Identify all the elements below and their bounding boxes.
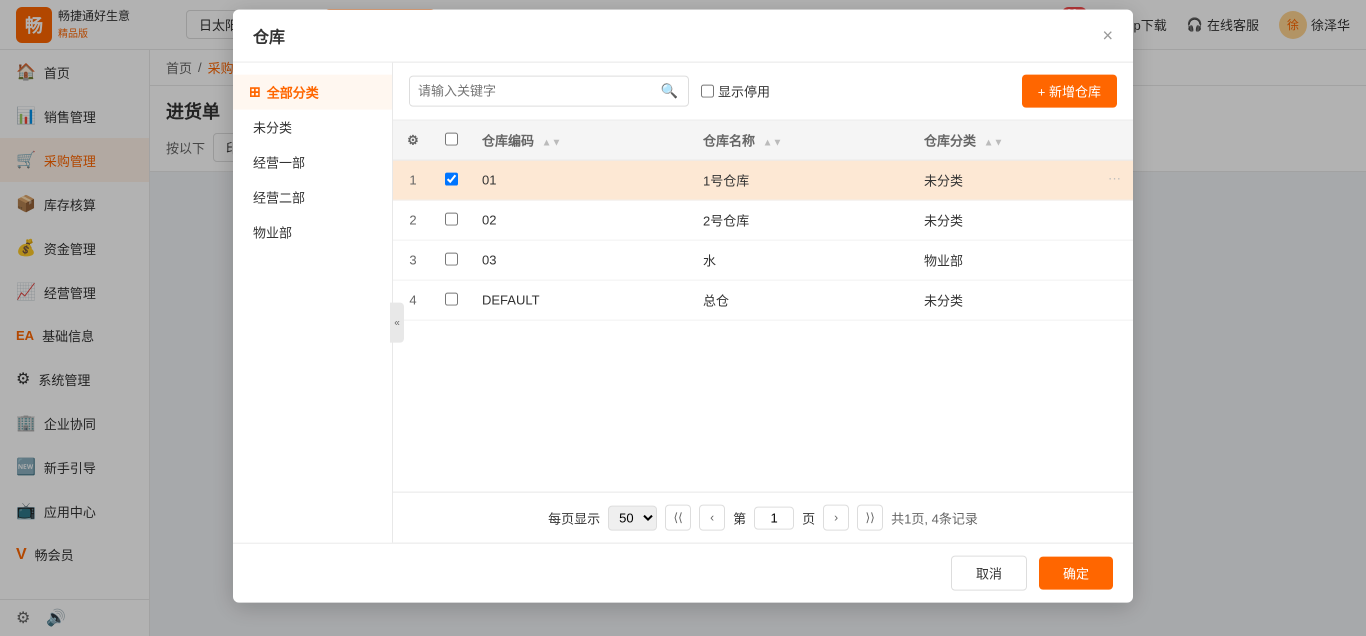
modal-footer: 取消 确定: [233, 543, 1133, 603]
cancel-button[interactable]: 取消: [951, 556, 1027, 591]
table-row[interactable]: 2 02 2号仓库 未分类: [393, 200, 1133, 240]
page-unit: 页: [802, 508, 815, 527]
last-page-btn[interactable]: ⟩⟩: [857, 505, 883, 531]
row-checkbox-1[interactable]: [433, 200, 470, 240]
row-category-2: 物业部: [912, 240, 1133, 280]
table-header-row: ⚙ 仓库编码 ▲▼ 仓库名称 ▲▼ 仓库分类 ▲▼: [393, 121, 1133, 161]
col-gear: ⚙: [393, 121, 433, 161]
table-row[interactable]: 3 03 水 物业部: [393, 240, 1133, 280]
warehouse-content-panel: 🔍 显示停用 + 新增仓库 ⚙ 仓库编码 ▲▼ 仓库名称 ▲▼: [393, 63, 1133, 543]
page-number-input[interactable]: [754, 506, 794, 529]
per-page-label: 每页显示: [548, 508, 600, 527]
modal-title: 仓库: [253, 24, 285, 48]
gear-column-icon[interactable]: ⚙: [407, 132, 419, 147]
row-checkbox-2[interactable]: [433, 240, 470, 280]
first-page-btn[interactable]: ⟨⟨: [665, 505, 691, 531]
col-code: 仓库编码 ▲▼: [470, 121, 691, 161]
modal-toolbar: 🔍 显示停用 + 新增仓库: [393, 63, 1133, 121]
row-name-2: 水: [691, 240, 912, 280]
category-item-unclassified[interactable]: 未分类: [233, 110, 392, 145]
row-num-0: 1: [393, 160, 433, 200]
show-disabled-checkbox[interactable]: [701, 85, 714, 98]
category-item-property[interactable]: 物业部: [233, 215, 392, 250]
sort-icon-code: ▲▼: [542, 138, 562, 149]
page-label: 第: [733, 508, 746, 527]
search-input[interactable]: [410, 78, 651, 105]
warehouse-modal: 仓库 × ⊞ 全部分类 未分类 经营一部 经营二部 物业部 « 🔍: [233, 10, 1133, 603]
add-warehouse-button[interactable]: + 新增仓库: [1022, 75, 1117, 108]
category-all[interactable]: ⊞ 全部分类: [233, 75, 392, 110]
confirm-button[interactable]: 确定: [1039, 557, 1113, 590]
modal-header: 仓库 ×: [233, 10, 1133, 63]
modal-body: ⊞ 全部分类 未分类 经营一部 经营二部 物业部 « 🔍 显示停用 + 新增: [233, 63, 1133, 543]
row-name-0: 1号仓库: [691, 160, 912, 200]
table-row[interactable]: 1 01 1号仓库 未分类 ···: [393, 160, 1133, 200]
row-category-3: 未分类: [912, 280, 1133, 320]
pagination-bar: 每页显示 50 ⟨⟨ ‹ 第 页 › ⟩⟩ 共1页, 4条记录: [393, 492, 1133, 543]
row-category-1: 未分类: [912, 200, 1133, 240]
row-code-3: DEFAULT: [470, 280, 691, 320]
category-item-dept1[interactable]: 经营一部: [233, 145, 392, 180]
row-category-0: 未分类 ···: [912, 160, 1133, 200]
warehouse-table-container: ⚙ 仓库编码 ▲▼ 仓库名称 ▲▼ 仓库分类 ▲▼ 1 01 1号仓库 未分类 …: [393, 121, 1133, 492]
row-code-1: 02: [470, 200, 691, 240]
category-item-dept2[interactable]: 经营二部: [233, 180, 392, 215]
sort-icon-name: ▲▼: [763, 138, 783, 149]
select-all-checkbox[interactable]: [445, 132, 458, 145]
category-panel: ⊞ 全部分类 未分类 经营一部 经营二部 物业部 «: [233, 63, 393, 543]
next-page-btn[interactable]: ›: [823, 505, 849, 531]
show-disabled-text: 显示停用: [718, 82, 770, 101]
col-category: 仓库分类 ▲▼: [912, 121, 1133, 161]
row-name-1: 2号仓库: [691, 200, 912, 240]
grid-icon: ⊞: [249, 84, 261, 101]
modal-close-button[interactable]: ×: [1102, 25, 1113, 46]
col-checkbox: [433, 121, 470, 161]
search-button[interactable]: 🔍: [651, 77, 688, 106]
page-total: 共1页, 4条记录: [891, 508, 978, 527]
row-num-2: 3: [393, 240, 433, 280]
row-checkbox-0[interactable]: [433, 160, 470, 200]
col-name: 仓库名称 ▲▼: [691, 121, 912, 161]
show-disabled-label[interactable]: 显示停用: [701, 82, 770, 101]
collapse-panel-btn[interactable]: «: [390, 303, 404, 343]
row-num-1: 2: [393, 200, 433, 240]
warehouse-table-body: 1 01 1号仓库 未分类 ··· 2 02 2号仓库 未分类 3 03 水 物…: [393, 160, 1133, 320]
row-name-3: 总仓: [691, 280, 912, 320]
per-page-select[interactable]: 50: [608, 505, 657, 530]
row-action-dots[interactable]: ···: [1108, 171, 1121, 186]
row-checkbox-3[interactable]: [433, 280, 470, 320]
search-box: 🔍: [409, 76, 689, 107]
warehouse-table: ⚙ 仓库编码 ▲▼ 仓库名称 ▲▼ 仓库分类 ▲▼ 1 01 1号仓库 未分类 …: [393, 121, 1133, 321]
row-code-2: 03: [470, 240, 691, 280]
category-all-label: 全部分类: [267, 83, 319, 102]
prev-page-btn[interactable]: ‹: [699, 505, 725, 531]
row-code-0: 01: [470, 160, 691, 200]
table-row[interactable]: 4 DEFAULT 总仓 未分类: [393, 280, 1133, 320]
sort-icon-category: ▲▼: [984, 138, 1004, 149]
